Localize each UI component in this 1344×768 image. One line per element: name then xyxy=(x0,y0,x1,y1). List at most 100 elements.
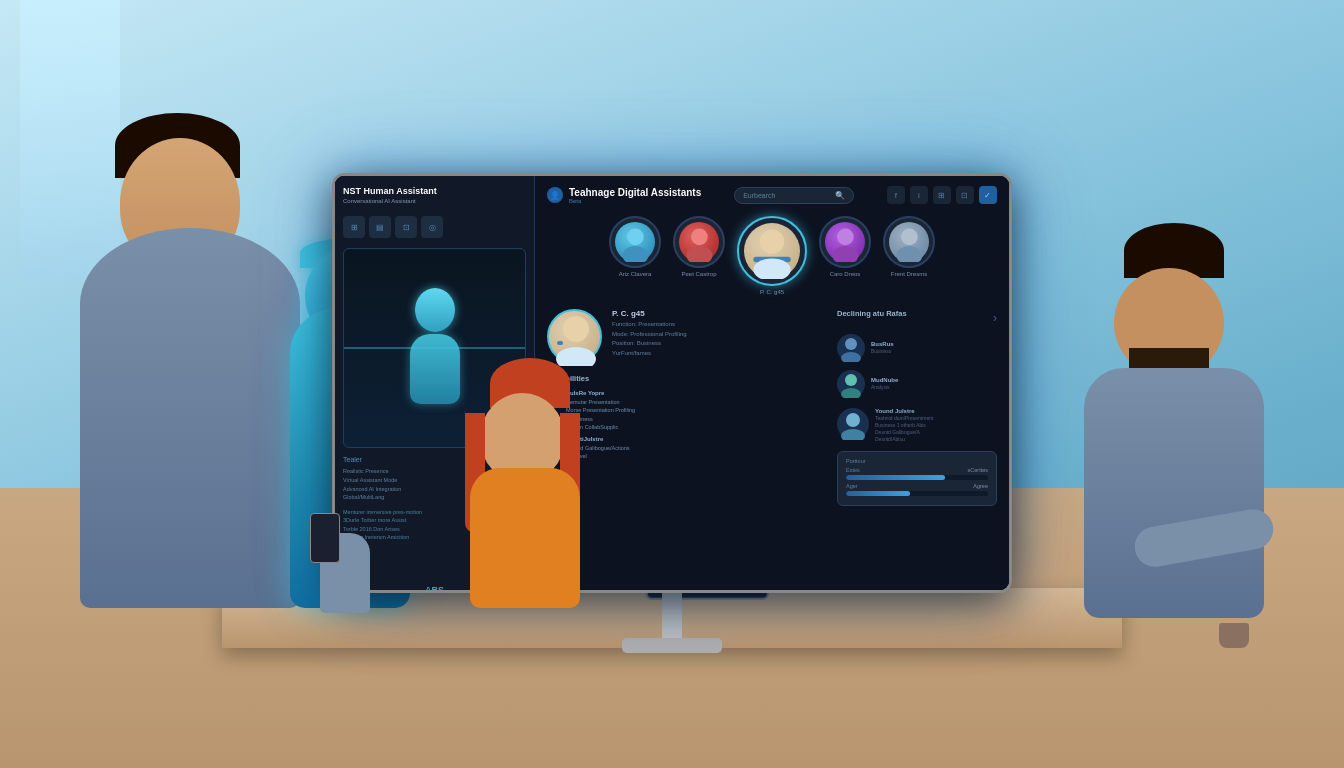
status-bar-fill-0 xyxy=(846,475,945,480)
person-desk-left xyxy=(320,533,370,613)
screen-content: NST Human Assistant Conversational AI As… xyxy=(335,176,1009,590)
profile-section: P. C. g45 Function: Presentations Mode: … xyxy=(547,309,825,364)
status-label-1: Ager xyxy=(846,483,858,489)
svg-point-2 xyxy=(691,228,708,245)
avatar-img-2 xyxy=(744,223,800,279)
right-avatar-detail: Yound Julstre Teahnid dum/Presentment Bu… xyxy=(837,408,997,443)
status-label-0: Estes xyxy=(846,467,860,473)
right-avatar-item-0[interactable]: BusRus Business xyxy=(837,334,997,362)
status-bar-bg-0 xyxy=(846,475,988,480)
right-avatar-list: BusRus Business xyxy=(837,334,997,398)
right-chevron-icon[interactable]: › xyxy=(993,311,997,325)
right-avatar-desc-1: Analysis xyxy=(871,384,997,391)
icon-btn-3[interactable]: ⊡ xyxy=(395,216,417,238)
svg-point-10 xyxy=(896,246,922,263)
icon-btn-2[interactable]: ▤ xyxy=(369,216,391,238)
header-left: 👤 Teahnage Digital Assistants Beta xyxy=(547,187,701,204)
right-avatar-name-0: BusRus xyxy=(871,341,997,347)
search-icon: 🔍 xyxy=(835,191,845,200)
avatar-circle-4[interactable] xyxy=(883,216,935,268)
profile-details: Function: Presentations Mode: Profession… xyxy=(612,320,825,358)
avatar-card-0[interactable]: Ariz Clavera xyxy=(609,216,661,295)
svg-point-1 xyxy=(622,246,648,263)
left-panel-title: NST Human Assistant xyxy=(343,186,526,196)
status-row-1: Ager Agree xyxy=(846,483,988,489)
monitor-base xyxy=(622,638,722,653)
right-avatar-name-1: MudNube xyxy=(871,377,997,383)
svg-point-25 xyxy=(846,413,860,427)
right-avatar-desc-0: Business xyxy=(871,348,997,355)
avatar-name-4: Frent Dresms xyxy=(891,271,927,277)
person-r-body xyxy=(1084,368,1264,618)
avatar-circle-1[interactable] xyxy=(673,216,725,268)
search-bar[interactable]: Eurbearch 🔍 xyxy=(734,187,854,204)
avatar-circle-3[interactable] xyxy=(819,216,871,268)
svg-point-19 xyxy=(845,338,857,350)
person-r-head xyxy=(1114,268,1224,378)
profile-name: P. C. g45 xyxy=(612,309,825,318)
svg-point-7 xyxy=(837,228,854,245)
avatar-circle-2[interactable] xyxy=(737,216,807,286)
avatar-img-4 xyxy=(889,222,930,263)
action-btn-box[interactable]: ⊡ xyxy=(956,186,974,204)
svg-point-0 xyxy=(627,228,644,245)
svg-point-11 xyxy=(563,316,589,342)
phone-device xyxy=(310,513,340,563)
avatar-card-1[interactable]: Peet Castrop xyxy=(673,216,725,295)
status-card: Porttour Estes sCerttes Ager Agree xyxy=(837,451,997,506)
avatar-img-0 xyxy=(615,222,656,263)
svg-point-8 xyxy=(832,246,858,263)
scan-line xyxy=(344,347,525,349)
avatar-card-4[interactable]: Frent Dresms xyxy=(883,216,935,295)
person-cl-body xyxy=(470,468,580,608)
monitor: NST Human Assistant Conversational AI As… xyxy=(332,173,1012,593)
right-detail-avatar xyxy=(837,408,869,440)
action-btn-grid[interactable]: ⊞ xyxy=(933,186,951,204)
main-panel: 👤 Teahnage Digital Assistants Beta Eurbe… xyxy=(535,176,1009,590)
profile-info: P. C. g45 Function: Presentations Mode: … xyxy=(612,309,825,364)
person-right xyxy=(1114,223,1294,638)
header-user-icon: 👤 xyxy=(547,187,563,203)
avatar-grid: Ariz Clavera Peet Castrop xyxy=(547,216,997,295)
svg-point-3 xyxy=(686,246,712,263)
avatar-circle-0[interactable] xyxy=(609,216,661,268)
action-btn-i[interactable]: i xyxy=(910,186,928,204)
content-area: P. C. g45 Function: Presentations Mode: … xyxy=(547,309,997,506)
search-input-text: Eurbearch xyxy=(743,192,831,199)
header-title: Teahnage Digital Assistants xyxy=(569,187,701,198)
action-btn-check[interactable]: ✓ xyxy=(979,186,997,204)
svg-point-4 xyxy=(760,229,784,253)
status-bar-bg-1 xyxy=(846,491,988,496)
icon-btn-4[interactable]: ◎ xyxy=(421,216,443,238)
right-avatar-item-1[interactable]: MudNube Analysis xyxy=(837,370,997,398)
left-panel-icons: ⊞ ▤ ⊡ ◎ xyxy=(343,216,526,238)
svg-point-9 xyxy=(901,228,918,245)
status-value-0: sCerttes xyxy=(968,467,988,473)
content-right: Declining atu Rafas › xyxy=(837,309,997,506)
action-btn-f[interactable]: f xyxy=(887,186,905,204)
status-row-0: Estes sCerttes xyxy=(846,467,988,473)
avatar-img-1 xyxy=(679,222,720,263)
avatar-card-3[interactable]: Caro Dreos xyxy=(819,216,871,295)
left-panel-subtitle: Conversational AI Assistant xyxy=(343,198,526,204)
avatar-name-2: P. C. g45 xyxy=(760,289,784,295)
right-avatar-info-1: MudNube Analysis xyxy=(871,377,997,391)
avatar-card-2[interactable]: P. C. g45 xyxy=(737,216,807,295)
avatar-prev-body xyxy=(410,334,460,404)
right-section-title: Declining atu Rafas xyxy=(837,309,907,318)
avatar-img-3 xyxy=(825,222,866,263)
right-avatar-info-0: BusRus Business xyxy=(871,341,997,355)
right-detail-name: Yound Julstre xyxy=(875,408,933,414)
avatar-name-1: Peet Castrop xyxy=(681,271,716,277)
header-subtitle: Beta xyxy=(569,198,701,204)
svg-rect-12 xyxy=(557,341,563,345)
profile-avatar-large xyxy=(547,309,602,364)
icon-btn-1[interactable]: ⊞ xyxy=(343,216,365,238)
header-title-group: Teahnage Digital Assistants Beta xyxy=(569,187,701,204)
avatar-name-0: Ariz Clavera xyxy=(619,271,652,277)
avatar-name-3: Caro Dreos xyxy=(830,271,861,277)
right-detail-desc: Teahnid dum/Presentment Business 1 other… xyxy=(875,415,933,443)
status-card-label: Porttour xyxy=(846,458,988,464)
header-actions: f i ⊞ ⊡ ✓ xyxy=(887,186,997,204)
avatar-prev-head xyxy=(415,288,455,332)
